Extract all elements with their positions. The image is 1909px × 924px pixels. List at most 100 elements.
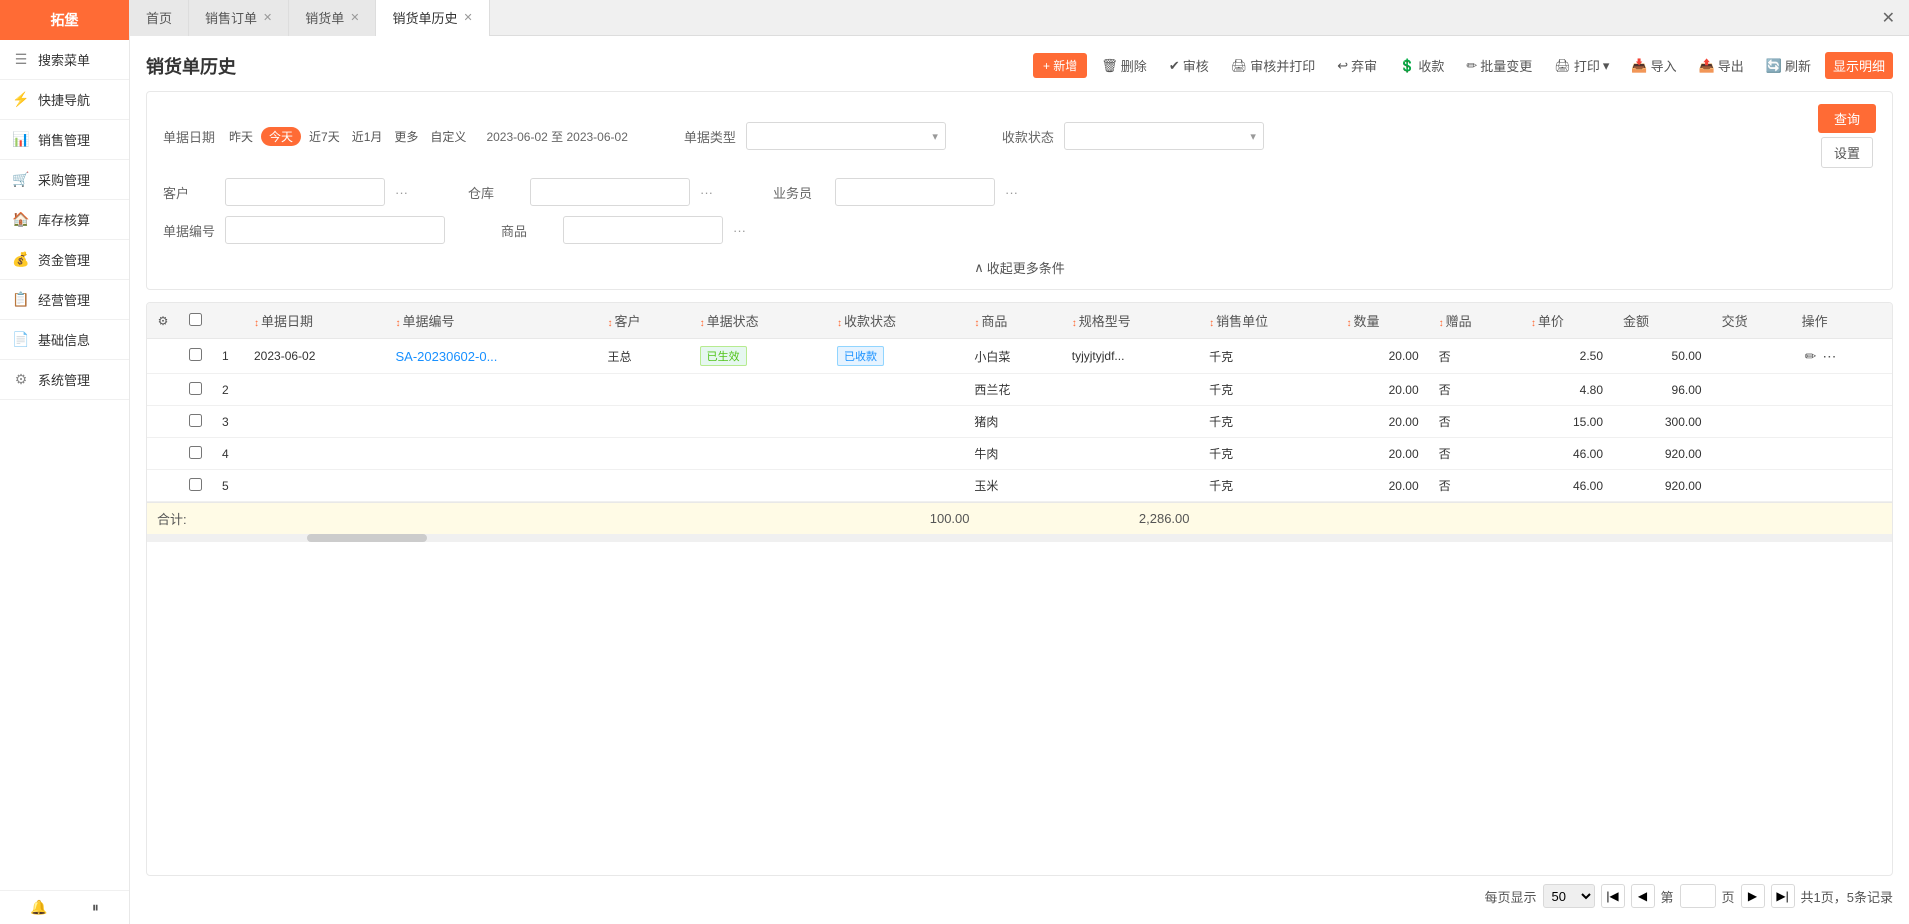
row-checkbox[interactable] [189, 348, 202, 361]
collect-button[interactable]: 💲 收款 [1391, 52, 1452, 79]
first-page-btn[interactable]: |◀ [1601, 884, 1625, 908]
warehouse-input[interactable] [530, 178, 690, 206]
th-spec[interactable]: ↕规格型号 [1062, 303, 1199, 339]
th-pay-status[interactable]: ↕收款状态 [827, 303, 964, 339]
table-cell: 千克 [1199, 406, 1336, 438]
abandon-button[interactable]: ↩ 弃审 [1329, 52, 1385, 79]
delete-button[interactable]: 🗑 删除 [1093, 52, 1155, 79]
th-goods[interactable]: ↕商品 [964, 303, 1061, 339]
table-row: 3猪肉千克20.00否15.00300.00 [147, 406, 1892, 438]
shortcut-more[interactable]: 更多 [390, 127, 422, 146]
tab-sales-goods[interactable]: 销货单 ✕ [289, 0, 376, 36]
table-cell: 否 [1429, 374, 1521, 406]
doc-no-link[interactable]: SA-20230602-0... [396, 349, 498, 364]
sidebar-item-purchase-mgmt[interactable]: 🛒 采购管理 [0, 160, 129, 200]
goods-ellipsis[interactable]: ··· [729, 223, 750, 238]
tab-sales-history-close[interactable]: ✕ [464, 11, 473, 24]
page-content: 销货单历史 + 新增 🗑 删除 ✔ 审核 🖨 审核并打印 ↩ 弃审 [130, 36, 1909, 924]
row-checkbox[interactable] [189, 382, 202, 395]
sidebar-item-search-menu[interactable]: ☰ 搜索菜单 [0, 40, 129, 80]
sidebar-item-base-info[interactable]: 📄 基础信息 [0, 320, 129, 360]
doc-no-input[interactable] [225, 216, 445, 244]
row-checkbox[interactable] [189, 446, 202, 459]
print-button[interactable]: 🖨 打印 ▾ [1546, 52, 1617, 79]
show-detail-button[interactable]: 显示明细 [1825, 52, 1893, 79]
pause-icon[interactable]: ⏸ [92, 899, 99, 916]
footer-amount: 2,286.00 [1090, 511, 1190, 526]
base-info-icon: 📄 [12, 331, 30, 349]
export-button[interactable]: 📤 导出 [1691, 52, 1752, 79]
warehouse-ellipsis[interactable]: ··· [696, 185, 717, 200]
select-all-checkbox[interactable] [189, 313, 202, 326]
th-gift[interactable]: ↕赠品 [1429, 303, 1521, 339]
th-price[interactable]: ↕单价 [1521, 303, 1613, 339]
th-date[interactable]: ↕单据日期 [244, 303, 386, 339]
row-checkbox[interactable] [189, 414, 202, 427]
page-size-select[interactable]: 50 100 200 [1543, 884, 1595, 908]
table-cell: 已收款 [827, 339, 964, 374]
th-checkbox[interactable] [179, 303, 212, 339]
query-button[interactable]: 查询 [1818, 104, 1876, 133]
table-cell [147, 374, 179, 406]
shortcut-1month[interactable]: 近1月 [348, 127, 387, 146]
shortcut-custom[interactable]: 自定义 [426, 127, 470, 146]
customer-ellipsis[interactable]: ··· [391, 185, 412, 200]
collapse-button[interactable]: ∧ 收起更多条件 [974, 258, 1065, 277]
table-cell: 西兰花 [964, 374, 1061, 406]
pay-status-select[interactable] [1064, 122, 1264, 150]
sidebar-item-inventory[interactable]: 🏠 库存核算 [0, 200, 129, 240]
th-customer[interactable]: ↕客户 [597, 303, 689, 339]
tab-sales-goods-close[interactable]: ✕ [350, 11, 359, 24]
tab-sales-order[interactable]: 销售订单 ✕ [189, 0, 289, 36]
th-doc-status[interactable]: ↕单据状态 [690, 303, 827, 339]
shortcut-7days[interactable]: 近7天 [305, 127, 344, 146]
sidebar-item-finance-mgmt[interactable]: 💰 资金管理 [0, 240, 129, 280]
horizontal-scrollbar[interactable] [147, 534, 1892, 542]
th-settings[interactable]: ⚙ [147, 303, 179, 339]
sidebar-item-sys-mgmt[interactable]: ⚙ 系统管理 [0, 360, 129, 400]
sidebar-item-ops-mgmt[interactable]: 📋 经营管理 [0, 280, 129, 320]
table-cell: 5 [212, 470, 244, 502]
salesman-ellipsis[interactable]: ··· [1001, 185, 1022, 200]
new-button[interactable]: + 新增 [1033, 53, 1087, 78]
salesman-input[interactable] [835, 178, 995, 206]
doc-type-select[interactable] [746, 122, 946, 150]
print-dropdown-icon: ▾ [1603, 58, 1610, 74]
settings-button[interactable]: 设置 [1821, 137, 1873, 168]
tab-home[interactable]: 首页 [130, 0, 189, 36]
th-qty[interactable]: ↕数量 [1336, 303, 1428, 339]
th-unit[interactable]: ↕销售单位 [1199, 303, 1336, 339]
more-op-icon[interactable]: ⋯ [1822, 348, 1836, 364]
row-checkbox[interactable] [189, 478, 202, 491]
sidebar-item-sales-mgmt[interactable]: 📊 销售管理 [0, 120, 129, 160]
notification-icon[interactable]: 🔔 [30, 899, 47, 916]
sidebar-item-quick-nav-label: 快捷导航 [38, 90, 90, 109]
batch-change-button[interactable]: ✏ 批量变更 [1458, 52, 1540, 79]
customer-input[interactable] [225, 178, 385, 206]
import-button[interactable]: 📥 导入 [1623, 52, 1684, 79]
next-page-btn[interactable]: ▶ [1741, 884, 1765, 908]
tab-bar-close-all-btn[interactable]: ✕ [1876, 8, 1901, 28]
table-cell [179, 406, 212, 438]
export-icon: 📤 [1699, 58, 1715, 74]
table-cell: 3 [212, 406, 244, 438]
sidebar-item-quick-nav[interactable]: ⚡ 快捷导航 [0, 80, 129, 120]
scrollbar-thumb[interactable] [307, 534, 427, 542]
table-cell [1792, 406, 1892, 438]
refresh-button[interactable]: 🔄 刷新 [1758, 52, 1819, 79]
th-doc-no[interactable]: ↕单据编号 [386, 303, 598, 339]
page-number-input[interactable]: 1 [1680, 884, 1716, 908]
shortcut-today[interactable]: 今天 [261, 127, 301, 146]
last-page-btn[interactable]: ▶| [1771, 884, 1795, 908]
audit-print-button[interactable]: 🖨 审核并打印 [1223, 52, 1324, 79]
shortcut-yesterday[interactable]: 昨天 [225, 127, 257, 146]
table-body: 12023-06-02SA-20230602-0...王总已生效已收款小白菜ty… [147, 339, 1892, 502]
goods-input[interactable] [563, 216, 723, 244]
pay-status-select-wrap [1064, 122, 1264, 150]
prev-page-btn[interactable]: ◀ [1631, 884, 1655, 908]
purchase-mgmt-icon: 🛒 [12, 171, 30, 189]
edit-op-icon[interactable]: ✏ [1805, 348, 1817, 364]
audit-button[interactable]: ✔ 审核 [1161, 52, 1217, 79]
tab-sales-order-close[interactable]: ✕ [263, 11, 272, 24]
tab-sales-history[interactable]: 销货单历史 ✕ [376, 0, 489, 36]
